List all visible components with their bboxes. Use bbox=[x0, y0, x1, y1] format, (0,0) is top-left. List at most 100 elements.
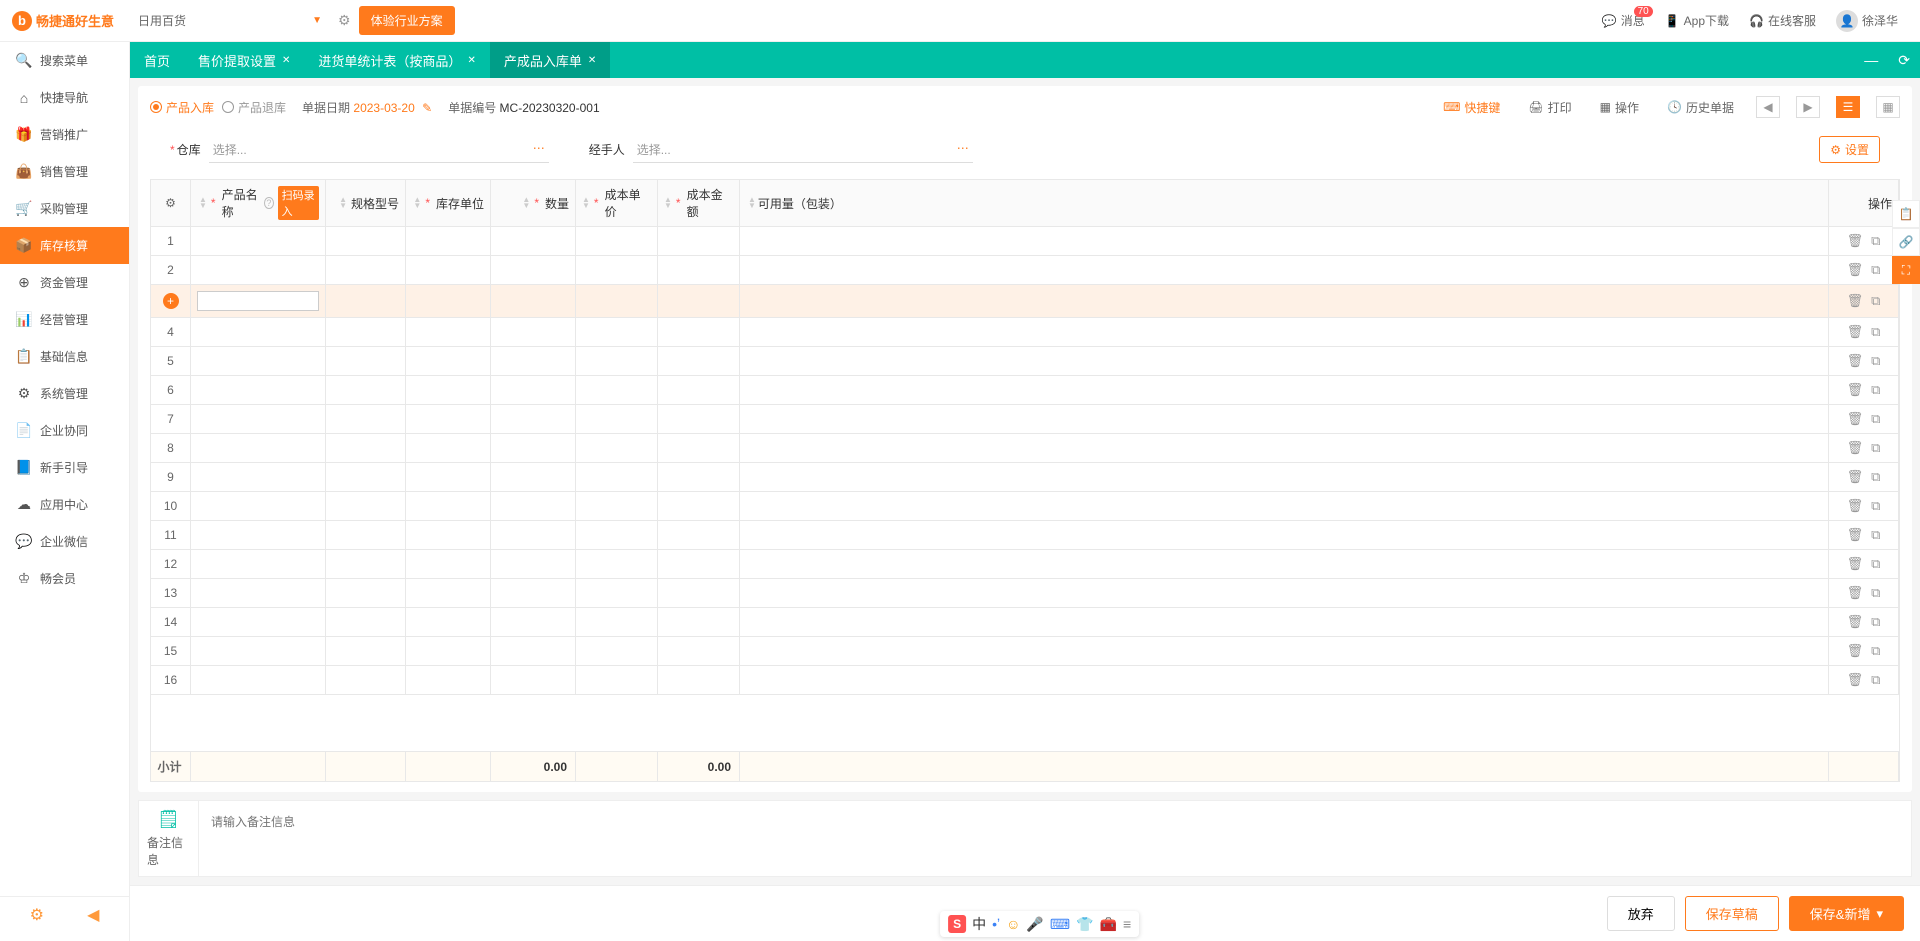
table-row[interactable]: 11🗑⧉ bbox=[151, 521, 1899, 550]
sidebar-item[interactable]: 📄企业协同 bbox=[0, 412, 129, 449]
table-row[interactable]: 5🗑⧉ bbox=[151, 347, 1899, 376]
history-button[interactable]: 🕓 历史单据 bbox=[1661, 97, 1740, 118]
sort-icon[interactable]: ▲▼ bbox=[582, 197, 590, 209]
delete-row-icon[interactable]: 🗑 bbox=[1847, 353, 1864, 369]
sort-icon[interactable]: ▲▼ bbox=[413, 197, 421, 209]
scan-input-tag[interactable]: 扫码录入 bbox=[278, 186, 319, 220]
col-name[interactable]: ▲▼ *产品名称 ? 扫码录入 bbox=[191, 180, 326, 226]
sidebar-item[interactable]: ⌂快捷导航 bbox=[0, 79, 129, 116]
settings-button[interactable]: ⚙ 设置 bbox=[1819, 136, 1880, 163]
ime-smile-icon[interactable]: ☺ bbox=[1006, 916, 1020, 932]
table-row[interactable]: 1🗑⧉ bbox=[151, 227, 1899, 256]
view-list-button[interactable]: ☰ bbox=[1836, 96, 1860, 118]
table-row[interactable]: + 🗑 ⧉ bbox=[151, 285, 1899, 318]
copy-row-icon[interactable]: ⧉ bbox=[1871, 440, 1880, 456]
add-row-button[interactable]: + bbox=[163, 293, 179, 309]
table-row[interactable]: 10🗑⧉ bbox=[151, 492, 1899, 521]
settings-icon[interactable]: ⚙ bbox=[30, 905, 44, 925]
sort-icon[interactable]: ▲▼ bbox=[664, 197, 672, 209]
help-icon[interactable]: ? bbox=[264, 197, 274, 209]
copy-row-icon[interactable]: ⧉ bbox=[1871, 585, 1880, 601]
category-select[interactable]: 日用百货 ▼ bbox=[130, 8, 330, 33]
user-menu[interactable]: 👤 徐泽华 bbox=[1836, 10, 1898, 32]
sidebar-item[interactable]: 📘新手引导 bbox=[0, 449, 129, 486]
operator-select[interactable]: 选择... ⋯ bbox=[633, 137, 973, 163]
close-icon[interactable]: ✕ bbox=[588, 55, 596, 66]
col-qty[interactable]: ▲▼ *数量 bbox=[491, 180, 576, 226]
delete-row-icon[interactable]: 🗑 bbox=[1847, 324, 1864, 340]
copy-row-icon[interactable]: ⧉ bbox=[1871, 293, 1880, 309]
copy-row-icon[interactable]: ⧉ bbox=[1871, 614, 1880, 630]
float-tool-2[interactable]: 🔗 bbox=[1892, 228, 1920, 256]
copy-row-icon[interactable]: ⧉ bbox=[1871, 382, 1880, 398]
delete-row-icon[interactable]: 🗑 bbox=[1847, 556, 1864, 572]
gear-icon[interactable]: ⚙ bbox=[338, 12, 351, 29]
discard-button[interactable]: 放弃 bbox=[1607, 896, 1675, 931]
float-tool-expand[interactable]: ⛶ bbox=[1892, 256, 1920, 284]
shortcut-button[interactable]: ⌨ 快捷键 bbox=[1437, 97, 1506, 118]
col-amount[interactable]: ▲▼ *成本金额 bbox=[658, 180, 740, 226]
copy-row-icon[interactable]: ⧉ bbox=[1871, 324, 1880, 340]
close-icon[interactable]: ✕ bbox=[467, 55, 475, 66]
copy-row-icon[interactable]: ⧉ bbox=[1871, 498, 1880, 514]
sidebar-item[interactable]: 📋基础信息 bbox=[0, 338, 129, 375]
table-row[interactable]: 4🗑⧉ bbox=[151, 318, 1899, 347]
ime-mic-icon[interactable]: 🎤 bbox=[1026, 916, 1043, 933]
table-row[interactable]: 14🗑⧉ bbox=[151, 608, 1899, 637]
tab[interactable]: 售价提取设置✕ bbox=[184, 42, 304, 78]
delete-row-icon[interactable]: 🗑 bbox=[1847, 262, 1864, 278]
delete-row-icon[interactable]: 🗑 bbox=[1847, 469, 1864, 485]
radio-product-in[interactable]: 产品入库 bbox=[150, 99, 214, 116]
delete-row-icon[interactable]: 🗑 bbox=[1847, 585, 1864, 601]
float-tool-1[interactable]: 📋 bbox=[1892, 200, 1920, 228]
print-button[interactable]: 🖨 打印 bbox=[1522, 97, 1577, 118]
tab[interactable]: 首页 bbox=[130, 42, 184, 78]
next-button[interactable]: ▶ bbox=[1796, 96, 1820, 118]
table-row[interactable]: 13🗑⧉ bbox=[151, 579, 1899, 608]
copy-row-icon[interactable]: ⧉ bbox=[1871, 411, 1880, 427]
messages-button[interactable]: 💬 消息 70 bbox=[1602, 12, 1645, 29]
sidebar-item[interactable]: 🔍搜索菜单 bbox=[0, 42, 129, 79]
radio-product-out[interactable]: 产品退库 bbox=[222, 99, 286, 116]
view-grid-button[interactable]: ▦ bbox=[1876, 96, 1900, 118]
edit-date-icon[interactable]: ✎ bbox=[422, 101, 432, 115]
delete-row-icon[interactable]: 🗑 bbox=[1847, 672, 1864, 688]
sort-icon[interactable]: ▲▼ bbox=[339, 197, 347, 209]
close-icon[interactable]: ✕ bbox=[282, 55, 290, 66]
delete-row-icon[interactable]: 🗑 bbox=[1847, 293, 1864, 309]
sidebar-item[interactable]: 🛒采购管理 bbox=[0, 190, 129, 227]
sort-icon[interactable]: ▲▼ bbox=[199, 197, 207, 209]
date-value[interactable]: 2023-03-20 bbox=[353, 101, 414, 115]
copy-row-icon[interactable]: ⧉ bbox=[1871, 469, 1880, 485]
col-available[interactable]: ▲▼ 可用量（包装） bbox=[740, 180, 1829, 226]
ime-zh[interactable]: 中 bbox=[972, 914, 986, 934]
sidebar-item[interactable]: ♔畅会员 bbox=[0, 560, 129, 597]
table-row[interactable]: 8🗑⧉ bbox=[151, 434, 1899, 463]
save-draft-button[interactable]: 保存草稿 bbox=[1685, 896, 1779, 931]
sidebar-item[interactable]: 👜销售管理 bbox=[0, 153, 129, 190]
copy-row-icon[interactable]: ⧉ bbox=[1871, 672, 1880, 688]
delete-row-icon[interactable]: 🗑 bbox=[1847, 527, 1864, 543]
col-spec[interactable]: ▲▼ 规格型号 bbox=[326, 180, 406, 226]
more-icon[interactable]: ⋯ bbox=[957, 141, 969, 158]
operate-button[interactable]: ▦ 操作 bbox=[1594, 97, 1645, 118]
sidebar-item[interactable]: ☁应用中心 bbox=[0, 486, 129, 523]
ime-keyboard-icon[interactable]: ⌨ bbox=[1050, 916, 1070, 933]
col-unit[interactable]: ▲▼ *库存单位 bbox=[406, 180, 491, 226]
delete-row-icon[interactable]: 🗑 bbox=[1847, 643, 1864, 659]
delete-row-icon[interactable]: 🗑 bbox=[1847, 233, 1864, 249]
table-row[interactable]: 15🗑⧉ bbox=[151, 637, 1899, 666]
tab[interactable]: 进货单统计表（按商品）✕ bbox=[304, 42, 489, 78]
ime-punct[interactable]: •ʼ bbox=[992, 916, 1000, 932]
tab[interactable]: 产成品入库单✕ bbox=[490, 42, 610, 78]
row-config-header[interactable]: ⚙ bbox=[151, 180, 191, 226]
remark-input[interactable] bbox=[199, 801, 1911, 876]
table-row[interactable]: 7🗑⧉ bbox=[151, 405, 1899, 434]
table-row[interactable]: 12🗑⧉ bbox=[151, 550, 1899, 579]
sidebar-item[interactable]: 📦库存核算 bbox=[0, 227, 129, 264]
sidebar-item[interactable]: ⚙系统管理 bbox=[0, 375, 129, 412]
sidebar-item[interactable]: 📊经营管理 bbox=[0, 301, 129, 338]
app-download-button[interactable]: 📱 App下载 bbox=[1665, 12, 1729, 29]
copy-row-icon[interactable]: ⧉ bbox=[1871, 262, 1880, 278]
ime-toolbox-icon[interactable]: 🧰 bbox=[1100, 916, 1117, 933]
